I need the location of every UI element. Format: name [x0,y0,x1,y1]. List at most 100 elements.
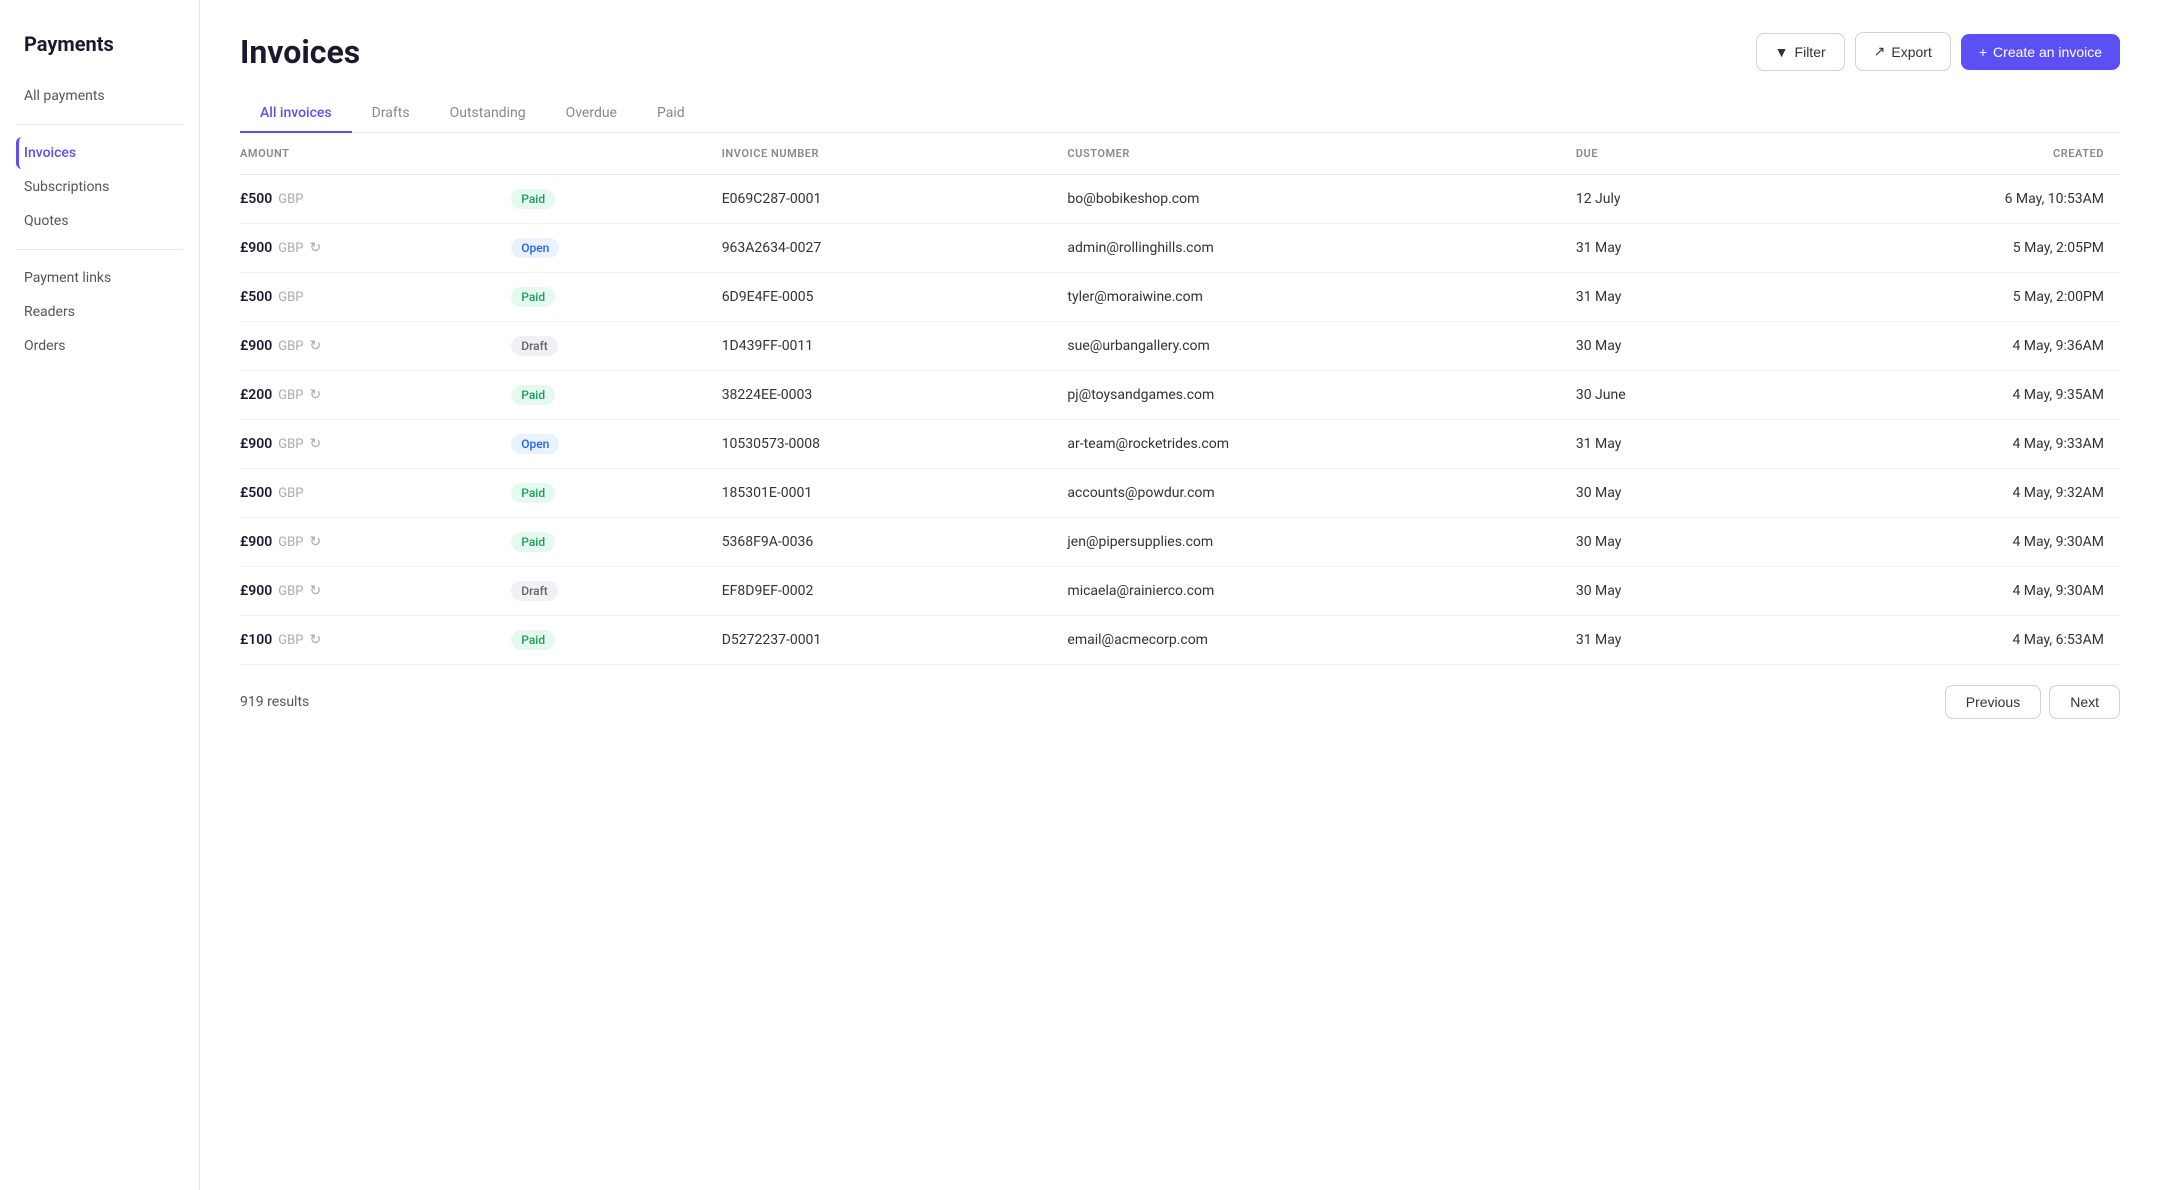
tab-paid[interactable]: Paid [637,95,705,133]
status-badge: Draft [511,336,558,356]
create-label: Create an invoice [1993,44,2102,60]
tab-drafts[interactable]: Drafts [352,95,430,133]
pagination: Previous Next [1945,685,2120,719]
col-amount: AMOUNT [240,133,495,175]
table-row[interactable]: £900 GBP ↻ Open 963A2634-0027 admin@roll… [240,224,2120,273]
currency: GBP [278,290,303,305]
status-badge-cell: Draft [495,567,705,616]
amount-value: £100 [240,632,272,648]
invoice-number-cell: E069C287-0001 [706,175,1052,224]
status-badge-cell: Open [495,420,705,469]
due-cell: 31 May [1560,273,1775,322]
due-cell: 31 May [1560,420,1775,469]
main-header: Invoices ▼ Filter ↗ Export + Create an i… [240,32,2120,71]
table-body: £500 GBP Paid E069C287-0001 bo@bobikesho… [240,175,2120,665]
currency: GBP [278,535,303,550]
amount-cell: £500 GBP [240,469,495,518]
export-button[interactable]: ↗ Export [1855,32,1951,71]
table-row[interactable]: £500 GBP Paid 185301E-0001 accounts@powd… [240,469,2120,518]
tab-overdue[interactable]: Overdue [546,95,637,133]
invoice-number-cell: 963A2634-0027 [706,224,1052,273]
table-row[interactable]: £500 GBP Paid E069C287-0001 bo@bobikesho… [240,175,2120,224]
amount-value: £500 [240,289,272,305]
sidebar-item-payment-links[interactable]: Payment links [16,262,183,294]
amount-value: £900 [240,583,272,599]
col-customer: CUSTOMER [1051,133,1559,175]
filter-label: Filter [1795,44,1826,60]
table-row[interactable]: £900 GBP ↻ Draft 1D439FF-0011 sue@urbang… [240,322,2120,371]
created-cell: 4 May, 9:33AM [1775,420,2120,469]
table-row[interactable]: £900 GBP ↻ Paid 5368F9A-0036 jen@pipersu… [240,518,2120,567]
plus-icon: + [1979,44,1987,60]
customer-cell: sue@urbangallery.com [1051,322,1559,371]
col-badge [495,133,705,175]
amount-cell: £900 GBP ↻ [240,224,495,273]
next-button[interactable]: Next [2049,685,2120,719]
currency: GBP [278,192,303,207]
due-cell: 30 May [1560,518,1775,567]
status-badge: Paid [511,483,555,503]
results-count: 919 results [240,694,309,710]
recurring-icon: ↻ [309,583,321,599]
tabs: All invoices Drafts Outstanding Overdue … [240,95,2120,133]
amount-cell: £900 GBP ↻ [240,420,495,469]
customer-cell: pj@toysandgames.com [1051,371,1559,420]
invoice-number-cell: D5272237-0001 [706,616,1052,665]
table-row[interactable]: £500 GBP Paid 6D9E4FE-0005 tyler@moraiwi… [240,273,2120,322]
sidebar-item-all-payments[interactable]: All payments [16,80,183,112]
tab-all-invoices[interactable]: All invoices [240,95,352,133]
amount-value: £500 [240,191,272,207]
tab-outstanding[interactable]: Outstanding [430,95,546,133]
due-cell: 30 May [1560,567,1775,616]
status-badge-cell: Paid [495,175,705,224]
created-cell: 4 May, 9:35AM [1775,371,2120,420]
recurring-icon: ↻ [309,534,321,550]
table-footer: 919 results Previous Next [240,665,2120,719]
customer-cell: jen@pipersupplies.com [1051,518,1559,567]
filter-icon: ▼ [1775,44,1789,60]
table-row[interactable]: £900 GBP ↻ Draft EF8D9EF-0002 micaela@ra… [240,567,2120,616]
currency: GBP [278,241,303,256]
status-badge: Paid [511,385,555,405]
recurring-icon: ↻ [309,436,321,452]
status-badge: Paid [511,287,555,307]
amount-value: £500 [240,485,272,501]
table-row[interactable]: £900 GBP ↻ Open 10530573-0008 ar-team@ro… [240,420,2120,469]
amount-cell: £100 GBP ↻ [240,616,495,665]
filter-button[interactable]: ▼ Filter [1756,33,1845,71]
sidebar-item-invoices[interactable]: Invoices [16,137,183,169]
created-cell: 4 May, 9:36AM [1775,322,2120,371]
sidebar-item-readers[interactable]: Readers [16,296,183,328]
recurring-icon: ↻ [309,632,321,648]
sidebar: Payments All payments Invoices Subscript… [0,0,200,1190]
main-content: Invoices ▼ Filter ↗ Export + Create an i… [200,0,2160,1190]
currency: GBP [278,633,303,648]
currency: GBP [278,339,303,354]
invoice-number-cell: 10530573-0008 [706,420,1052,469]
status-badge-cell: Paid [495,616,705,665]
table-row[interactable]: £200 GBP ↻ Paid 38224EE-0003 pj@toysandg… [240,371,2120,420]
due-cell: 30 May [1560,469,1775,518]
previous-button[interactable]: Previous [1945,685,2041,719]
amount-value: £900 [240,240,272,256]
amount-value: £900 [240,436,272,452]
create-invoice-button[interactable]: + Create an invoice [1961,34,2120,70]
status-badge-cell: Paid [495,469,705,518]
created-cell: 5 May, 2:00PM [1775,273,2120,322]
status-badge-cell: Draft [495,322,705,371]
due-cell: 30 May [1560,322,1775,371]
currency: GBP [278,388,303,403]
invoice-number-cell: 38224EE-0003 [706,371,1052,420]
amount-cell: £900 GBP ↻ [240,567,495,616]
table-row[interactable]: £100 GBP ↻ Paid D5272237-0001 email@acme… [240,616,2120,665]
sidebar-item-subscriptions[interactable]: Subscriptions [16,171,183,203]
amount-value: £200 [240,387,272,403]
sidebar-item-quotes[interactable]: Quotes [16,205,183,237]
invoice-number-cell: 6D9E4FE-0005 [706,273,1052,322]
created-cell: 4 May, 9:30AM [1775,567,2120,616]
status-badge-cell: Paid [495,371,705,420]
amount-cell: £900 GBP ↻ [240,518,495,567]
sidebar-item-orders[interactable]: Orders [16,330,183,362]
status-badge: Paid [511,532,555,552]
customer-cell: email@acmecorp.com [1051,616,1559,665]
